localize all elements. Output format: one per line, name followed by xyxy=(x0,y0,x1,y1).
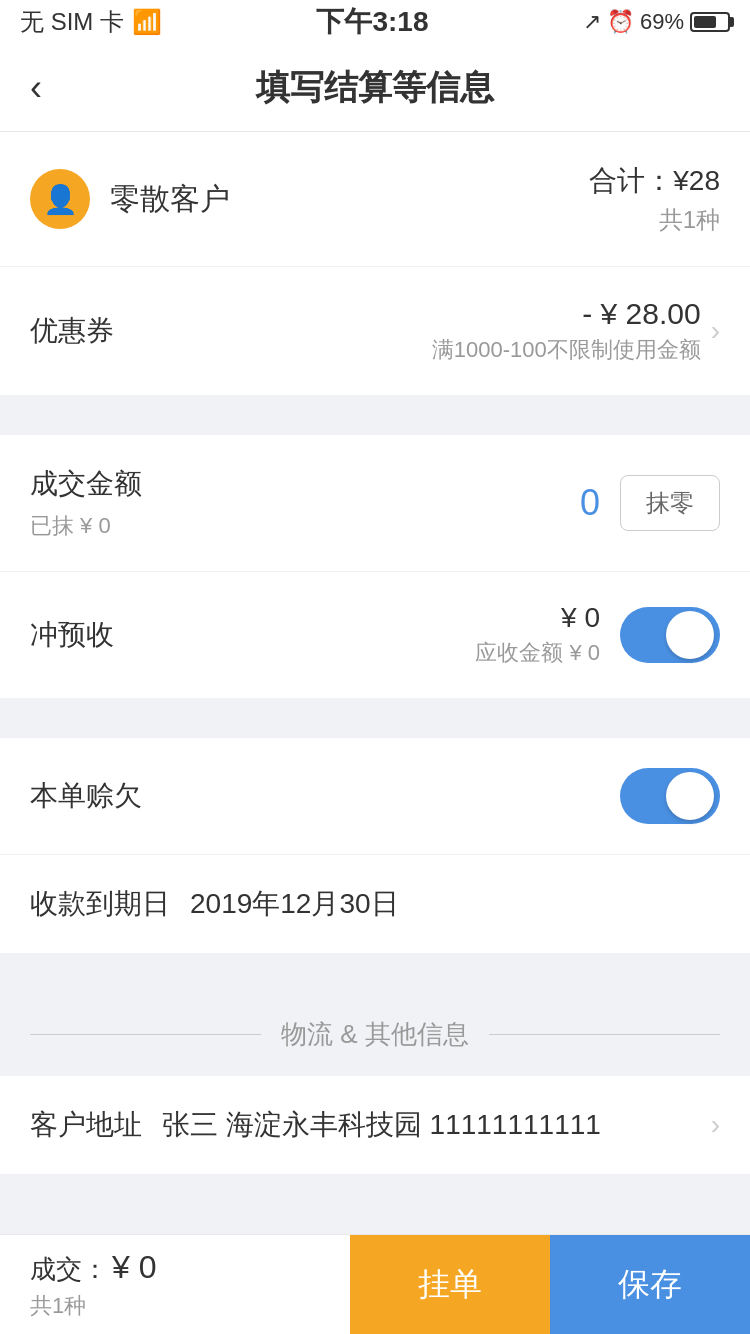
prepay-right: ¥ 0 应收金额 ¥ 0 xyxy=(475,602,720,668)
location-icon: ↗ xyxy=(583,9,601,35)
transaction-section: 成交金额 已抹 ¥ 0 0 抹零 冲预收 ¥ 0 应收金额 ¥ 0 xyxy=(0,435,750,698)
prepay-receivable: 应收金额 ¥ 0 xyxy=(475,638,600,668)
divider-3 xyxy=(0,973,750,993)
address-label: 客户地址 xyxy=(30,1106,142,1144)
address-row[interactable]: 客户地址 张三 海淀永丰科技园 11111111111 › xyxy=(0,1076,750,1174)
transaction-left: 成交金额 已抹 ¥ 0 xyxy=(30,465,142,541)
status-bar: 无 SIM 卡 📶 下午3:18 ↗ ⏰ 69% xyxy=(0,0,750,44)
debt-label: 本单赊欠 xyxy=(30,777,142,815)
logistics-label: 物流 & 其他信息 xyxy=(281,1017,469,1052)
status-left: 无 SIM 卡 📶 xyxy=(20,6,162,38)
debt-toggle-thumb xyxy=(666,772,714,820)
divider-1 xyxy=(0,415,750,435)
prepay-label: 冲预收 xyxy=(30,616,114,654)
transaction-already-rounded: 已抹 ¥ 0 xyxy=(30,511,142,541)
transaction-label: 成交金额 xyxy=(30,465,142,503)
prepay-values: ¥ 0 应收金额 ¥ 0 xyxy=(475,602,600,668)
transaction-row: 成交金额 已抹 ¥ 0 0 抹零 xyxy=(0,435,750,572)
wifi-icon: 📶 xyxy=(132,8,162,36)
prepay-amount: ¥ 0 xyxy=(475,602,600,634)
bottom-left: 成交： ¥ 0 共1种 xyxy=(0,1249,350,1321)
page-title: 填写结算等信息 xyxy=(256,65,494,111)
prepay-row: 冲预收 ¥ 0 应收金额 ¥ 0 xyxy=(0,572,750,698)
prepay-toggle[interactable] xyxy=(620,607,720,663)
customer-name: 零散客户 xyxy=(110,179,230,220)
alarm-icon: ⏰ xyxy=(607,9,634,35)
transaction-value: 0 xyxy=(580,482,600,524)
carrier-text: 无 SIM 卡 xyxy=(20,6,124,38)
content-area: 👤 零散客户 合计：¥28 共1种 优惠券 - ¥ 28.00 满1000-10… xyxy=(0,132,750,1334)
debt-section: 本单赊欠 收款到期日 2019年12月30日 xyxy=(0,738,750,953)
coupon-content: - ¥ 28.00 满1000-100不限制使用金额 xyxy=(432,297,701,365)
status-right: ↗ ⏰ 69% xyxy=(583,9,730,35)
customer-avatar: 👤 xyxy=(30,169,90,229)
coupon-label: 优惠券 xyxy=(30,312,114,350)
duedate-label: 收款到期日 xyxy=(30,885,170,923)
bottom-bar: 成交： ¥ 0 共1种 挂单 保存 xyxy=(0,1234,750,1334)
customer-total: 合计：¥28 xyxy=(589,162,720,200)
logistics-header: 物流 & 其他信息 xyxy=(0,993,750,1076)
battery-icon xyxy=(690,12,730,32)
coupon-discount: - ¥ 28.00 xyxy=(432,297,701,331)
bottom-transaction-value: ¥ 0 xyxy=(112,1249,156,1286)
customer-row: 👤 零散客户 合计：¥28 共1种 xyxy=(0,132,750,266)
avatar-icon: 👤 xyxy=(43,183,78,216)
address-chevron-icon: › xyxy=(711,1109,720,1141)
debt-toggle[interactable] xyxy=(620,768,720,824)
bottom-count: 共1种 xyxy=(30,1291,320,1321)
address-value: 张三 海淀永丰科技园 11111111111 xyxy=(162,1106,711,1144)
customer-section: 👤 零散客户 合计：¥28 共1种 优惠券 - ¥ 28.00 满1000-10… xyxy=(0,132,750,395)
coupon-row[interactable]: 优惠券 - ¥ 28.00 满1000-100不限制使用金额 › xyxy=(0,266,750,395)
coupon-right: - ¥ 28.00 满1000-100不限制使用金额 › xyxy=(432,297,720,365)
nav-bar: ‹ 填写结算等信息 xyxy=(0,44,750,132)
hold-button[interactable]: 挂单 xyxy=(350,1235,550,1335)
logistics-section: 物流 & 其他信息 xyxy=(0,993,750,1076)
back-button[interactable]: ‹ xyxy=(30,67,42,109)
coupon-chevron-icon: › xyxy=(711,315,720,347)
transaction-right: 0 抹零 xyxy=(580,475,720,531)
customer-totals: 合计：¥28 共1种 xyxy=(589,162,720,236)
coupon-description: 满1000-100不限制使用金额 xyxy=(432,335,701,365)
duedate-row: 收款到期日 2019年12月30日 xyxy=(0,854,750,953)
battery-text: 69% xyxy=(640,9,684,35)
debt-row: 本单赊欠 xyxy=(0,738,750,854)
duedate-value: 2019年12月30日 xyxy=(190,885,399,923)
save-button[interactable]: 保存 xyxy=(550,1235,750,1335)
customer-count: 共1种 xyxy=(589,204,720,236)
customer-info: 👤 零散客户 xyxy=(30,169,230,229)
status-time: 下午3:18 xyxy=(316,3,428,41)
address-section: 客户地址 张三 海淀永丰科技园 11111111111 › xyxy=(0,1076,750,1174)
bottom-transaction-row: 成交： ¥ 0 xyxy=(30,1249,320,1287)
bottom-transaction-label: 成交： xyxy=(30,1252,108,1287)
round-zero-button[interactable]: 抹零 xyxy=(620,475,720,531)
divider-2 xyxy=(0,718,750,738)
toggle-thumb xyxy=(666,611,714,659)
